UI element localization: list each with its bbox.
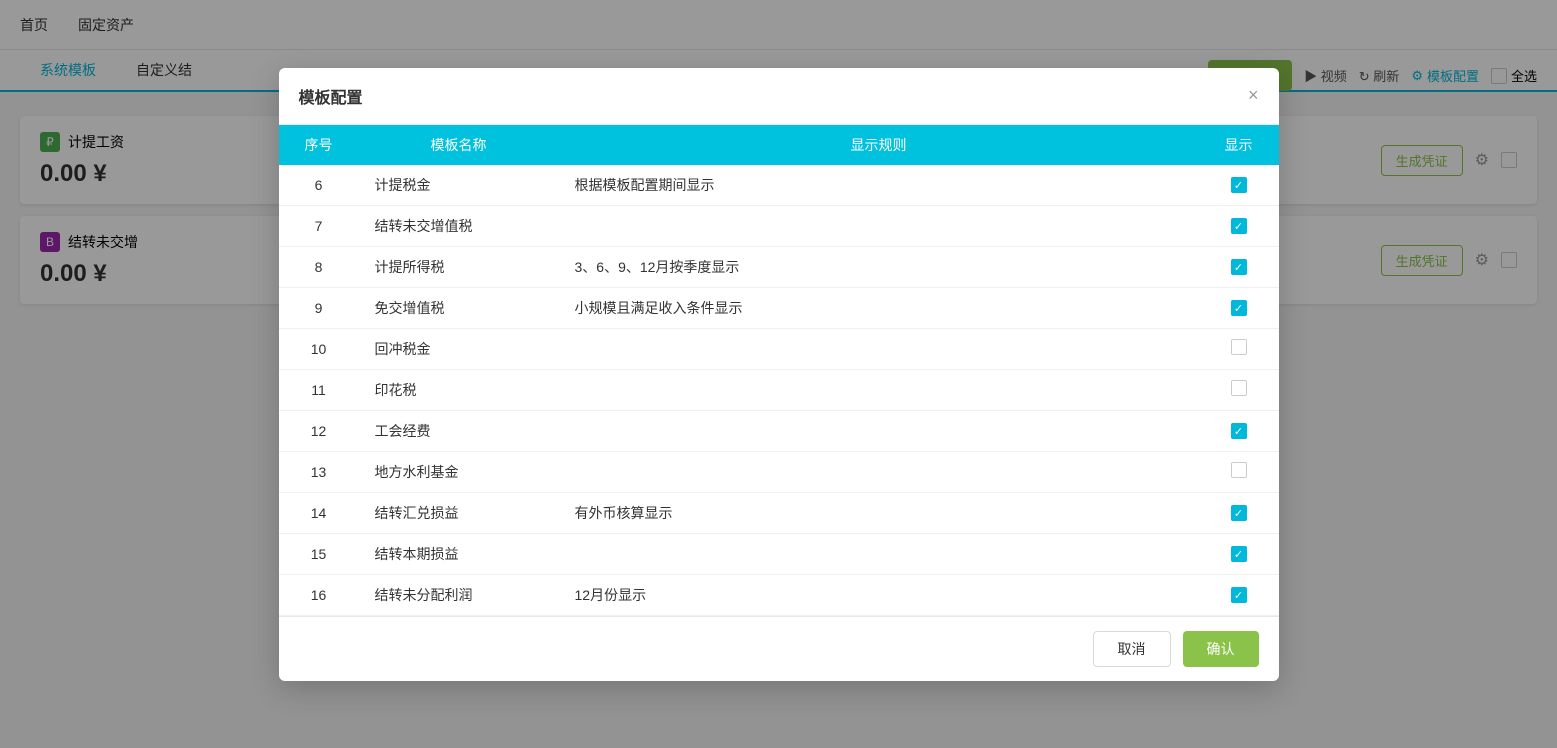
cell-seq: 12 bbox=[279, 410, 359, 451]
cell-rule bbox=[559, 328, 1199, 369]
table-row: 9免交增值税小规模且满足收入条件显示 ✓ bbox=[279, 287, 1279, 328]
col-name: 模板名称 bbox=[359, 125, 559, 165]
cell-rule: 12月份显示 bbox=[559, 574, 1199, 615]
modal-title: 模板配置 bbox=[299, 84, 363, 108]
modal-close-button[interactable]: × bbox=[1248, 85, 1259, 106]
cell-seq: 6 bbox=[279, 165, 359, 206]
modal-footer: 取消 确认 bbox=[279, 616, 1279, 681]
cell-rule: 3、6、9、12月按季度显示 bbox=[559, 246, 1199, 287]
table-head: 序号 模板名称 显示规则 显示 bbox=[279, 125, 1279, 165]
cell-name: 结转本期损益 bbox=[359, 533, 559, 574]
modal-body: 序号 模板名称 显示规则 显示 6计提税金根据模板配置期间显示✓7结转未交增值税… bbox=[279, 125, 1279, 616]
cell-rule: 根据模板配置期间显示 bbox=[559, 165, 1199, 206]
cell-seq: 11 bbox=[279, 369, 359, 410]
modal-overlay: 模板配置 × 序号 模板名称 显示规则 显示 6计提税金根据模板配置期间 bbox=[0, 0, 1557, 748]
checkbox-row-10[interactable]: ✓ bbox=[1231, 587, 1247, 603]
cell-seq: 16 bbox=[279, 574, 359, 615]
config-table: 序号 模板名称 显示规则 显示 6计提税金根据模板配置期间显示✓7结转未交增值税… bbox=[279, 125, 1279, 616]
col-rule: 显示规则 bbox=[559, 125, 1199, 165]
cell-name: 免交增值税 bbox=[359, 287, 559, 328]
cell-check bbox=[1199, 451, 1279, 492]
cell-check bbox=[1199, 328, 1279, 369]
checkbox-row-0[interactable]: ✓ bbox=[1231, 177, 1247, 193]
cell-check: ✓ bbox=[1199, 410, 1279, 451]
table-row: 8计提所得税3、6、9、12月按季度显示 ✓ bbox=[279, 246, 1279, 287]
col-seq: 序号 bbox=[279, 125, 359, 165]
table-row: 6计提税金根据模板配置期间显示 ✓ bbox=[279, 165, 1279, 206]
checkbox-row-5[interactable] bbox=[1231, 380, 1247, 396]
table-row: 11印花税 bbox=[279, 369, 1279, 410]
cell-check: ✓ bbox=[1199, 205, 1279, 246]
cell-rule: 有外币核算显示 bbox=[559, 492, 1199, 533]
table-header-row: 序号 模板名称 显示规则 显示 bbox=[279, 125, 1279, 165]
checkbox-row-9[interactable]: ✓ bbox=[1231, 546, 1247, 562]
checkbox-row-2[interactable]: ✓ bbox=[1231, 259, 1247, 275]
table-row: 13地方水利基金 bbox=[279, 451, 1279, 492]
table-row: 10回冲税金 bbox=[279, 328, 1279, 369]
cell-check bbox=[1199, 369, 1279, 410]
cell-name: 印花税 bbox=[359, 369, 559, 410]
cell-rule bbox=[559, 410, 1199, 451]
checkbox-row-8[interactable]: ✓ bbox=[1231, 505, 1247, 521]
cell-rule: 小规模且满足收入条件显示 bbox=[559, 287, 1199, 328]
table-body: 6计提税金根据模板配置期间显示✓7结转未交增值税✓8计提所得税3、6、9、12月… bbox=[279, 165, 1279, 616]
cell-check: ✓ bbox=[1199, 492, 1279, 533]
cell-name: 工会经费 bbox=[359, 410, 559, 451]
template-config-modal: 模板配置 × 序号 模板名称 显示规则 显示 6计提税金根据模板配置期间 bbox=[279, 68, 1279, 681]
cell-check: ✓ bbox=[1199, 533, 1279, 574]
table-row: 12工会经费 ✓ bbox=[279, 410, 1279, 451]
table-row: 7结转未交增值税 ✓ bbox=[279, 205, 1279, 246]
checkbox-row-6[interactable]: ✓ bbox=[1231, 423, 1247, 439]
confirm-button[interactable]: 确认 bbox=[1183, 631, 1259, 667]
table-row: 15结转本期损益 ✓ bbox=[279, 533, 1279, 574]
cell-check: ✓ bbox=[1199, 574, 1279, 615]
cell-rule bbox=[559, 451, 1199, 492]
cell-seq: 13 bbox=[279, 451, 359, 492]
cell-seq: 14 bbox=[279, 492, 359, 533]
cancel-button[interactable]: 取消 bbox=[1093, 631, 1171, 667]
modal-header: 模板配置 × bbox=[279, 68, 1279, 125]
cell-rule bbox=[559, 205, 1199, 246]
cell-seq: 10 bbox=[279, 328, 359, 369]
checkbox-row-7[interactable] bbox=[1231, 462, 1247, 478]
checkbox-row-1[interactable]: ✓ bbox=[1231, 218, 1247, 234]
cell-name: 结转未分配利润 bbox=[359, 574, 559, 615]
cell-seq: 9 bbox=[279, 287, 359, 328]
cell-name: 结转汇兑损益 bbox=[359, 492, 559, 533]
cell-rule bbox=[559, 369, 1199, 410]
cell-name: 地方水利基金 bbox=[359, 451, 559, 492]
checkbox-row-4[interactable] bbox=[1231, 339, 1247, 355]
cell-name: 计提所得税 bbox=[359, 246, 559, 287]
cell-name: 结转未交增值税 bbox=[359, 205, 559, 246]
col-display: 显示 bbox=[1199, 125, 1279, 165]
cell-check: ✓ bbox=[1199, 165, 1279, 206]
checkbox-row-3[interactable]: ✓ bbox=[1231, 300, 1247, 316]
cell-check: ✓ bbox=[1199, 287, 1279, 328]
table-row: 16结转未分配利润12月份显示 ✓ bbox=[279, 574, 1279, 615]
cell-rule bbox=[559, 533, 1199, 574]
cell-check: ✓ bbox=[1199, 246, 1279, 287]
cell-seq: 8 bbox=[279, 246, 359, 287]
cell-seq: 15 bbox=[279, 533, 359, 574]
cell-seq: 7 bbox=[279, 205, 359, 246]
table-row: 14结转汇兑损益有外币核算显示 ✓ bbox=[279, 492, 1279, 533]
cell-name: 计提税金 bbox=[359, 165, 559, 206]
cell-name: 回冲税金 bbox=[359, 328, 559, 369]
